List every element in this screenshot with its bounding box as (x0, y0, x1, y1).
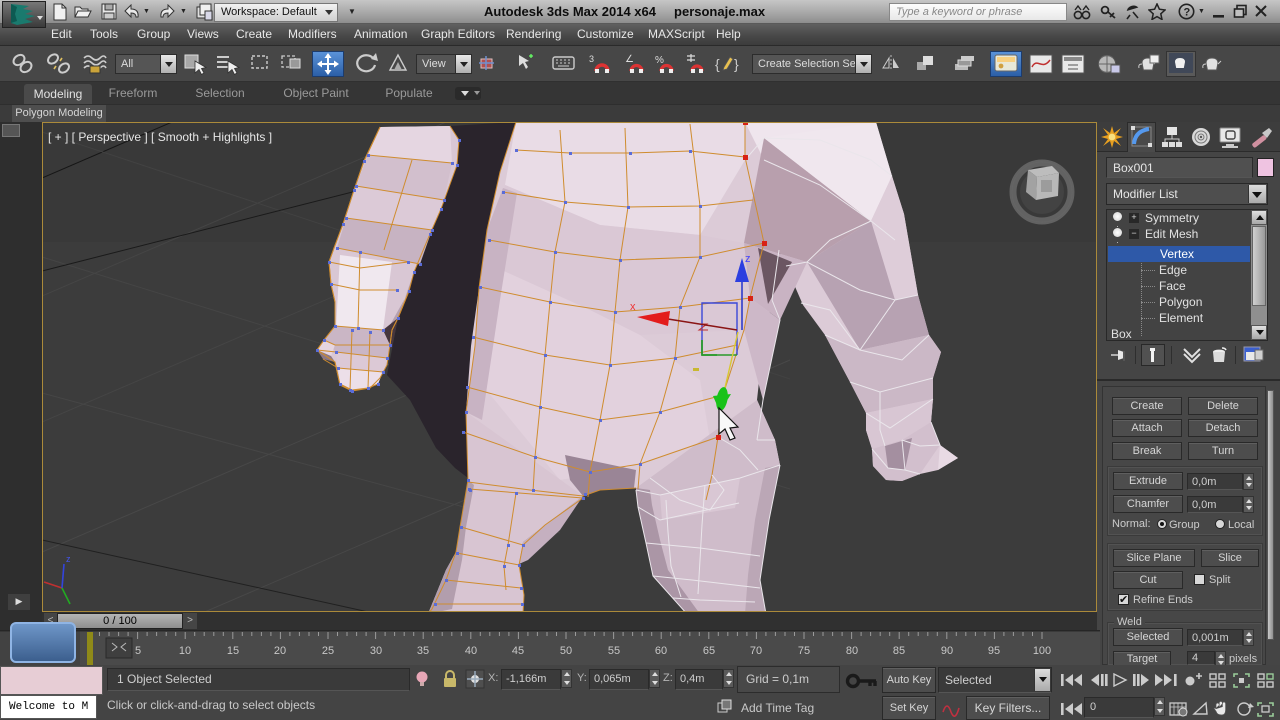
svg-text:}: } (734, 56, 739, 72)
svg-text:Group: Group (1169, 519, 1200, 530)
svg-text:90: 90 (941, 645, 953, 657)
svg-text:40: 40 (465, 645, 477, 657)
svg-text:55: 55 (608, 645, 620, 657)
svg-text:%: % (655, 55, 664, 66)
svg-text:25: 25 (322, 645, 334, 657)
svg-text:10: 10 (179, 645, 191, 657)
svg-text:z: z (745, 253, 751, 265)
svg-text:15: 15 (227, 645, 239, 657)
svg-text:50: 50 (560, 645, 572, 657)
svg-text:85: 85 (893, 645, 905, 657)
svg-text:30: 30 (370, 645, 382, 657)
svg-text:∠: ∠ (625, 54, 634, 65)
svg-text:80: 80 (846, 645, 858, 657)
svg-text:100: 100 (1033, 645, 1051, 657)
svg-text:z: z (66, 554, 71, 564)
svg-text:5: 5 (135, 645, 141, 657)
svg-text:45: 45 (512, 645, 524, 657)
svg-text:?: ? (1184, 7, 1191, 19)
svg-text:20: 20 (274, 645, 286, 657)
svg-text:75: 75 (798, 645, 810, 657)
svg-text:70: 70 (750, 645, 762, 657)
svg-text:Local: Local (1228, 519, 1254, 530)
svg-text:3: 3 (589, 54, 594, 64)
svg-text:[ + ] [ Perspective ] [ Smooth: [ + ] [ Perspective ] [ Smooth + Highlig… (48, 130, 272, 144)
svg-text:{: { (715, 56, 720, 72)
svg-text:95: 95 (988, 645, 1000, 657)
svg-text:65: 65 (703, 645, 715, 657)
svg-text:x: x (630, 301, 636, 313)
svg-text:35: 35 (417, 645, 429, 657)
svg-text:60: 60 (655, 645, 667, 657)
